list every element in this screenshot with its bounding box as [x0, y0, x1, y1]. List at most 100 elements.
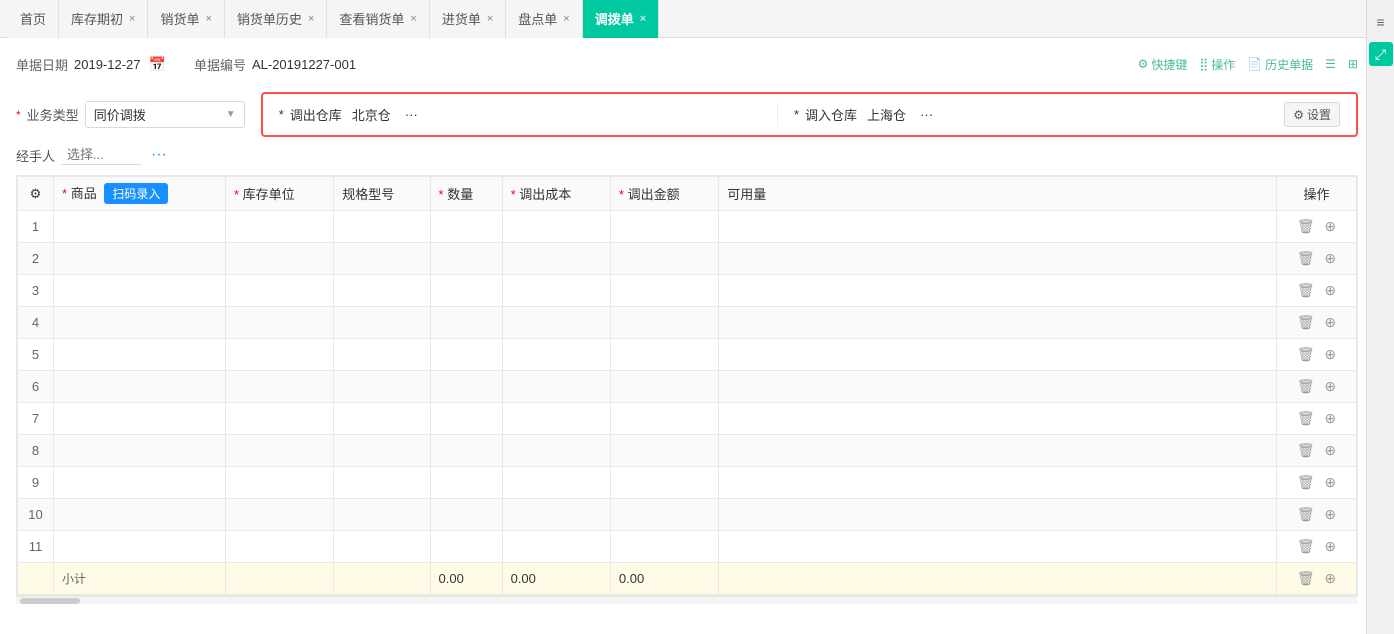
row-amount[interactable]	[610, 403, 718, 435]
tab-sales-history[interactable]: 销货单历史 ×	[225, 0, 327, 38]
tab-inventory-init[interactable]: 库存期初 ×	[59, 0, 148, 38]
layout-grid-btn[interactable]: ⊞	[1348, 57, 1358, 71]
operations-btn[interactable]: ⣿ 操作	[1199, 56, 1235, 73]
row-available[interactable]	[719, 435, 1277, 467]
delete-icon[interactable]: 🗑	[1297, 378, 1315, 394]
copy-icon[interactable]: ⊕	[1324, 506, 1336, 522]
warehouse-out-more-btn[interactable]: ···	[405, 107, 418, 122]
subtotal-copy-icon[interactable]: ⊕	[1324, 570, 1336, 586]
history-btn[interactable]: 📄 历史单据	[1247, 56, 1313, 73]
delete-icon[interactable]: 🗑	[1297, 474, 1315, 490]
row-available[interactable]	[719, 275, 1277, 307]
row-spec[interactable]	[334, 435, 430, 467]
row-unit[interactable]	[225, 275, 333, 307]
row-cost[interactable]	[502, 435, 610, 467]
row-amount[interactable]	[610, 307, 718, 339]
row-qty[interactable]	[430, 531, 502, 563]
row-cost[interactable]	[502, 403, 610, 435]
handler-more-btn[interactable]: ···	[151, 146, 167, 164]
row-goods[interactable]	[54, 211, 226, 243]
row-amount[interactable]	[610, 371, 718, 403]
sidebar-expand-icon[interactable]: ⤢	[1369, 42, 1393, 66]
row-unit[interactable]	[225, 467, 333, 499]
copy-icon[interactable]: ⊕	[1324, 250, 1336, 266]
copy-icon[interactable]: ⊕	[1324, 442, 1336, 458]
row-qty[interactable]	[430, 243, 502, 275]
delete-icon[interactable]: 🗑	[1297, 506, 1315, 522]
row-cost[interactable]	[502, 467, 610, 499]
row-goods[interactable]	[54, 275, 226, 307]
subtotal-delete-icon[interactable]: 🗑	[1297, 570, 1315, 586]
warehouse-in-more-btn[interactable]: ···	[920, 107, 933, 122]
delete-icon[interactable]: 🗑	[1297, 410, 1315, 426]
row-unit[interactable]	[225, 435, 333, 467]
row-unit[interactable]	[225, 339, 333, 371]
row-cost[interactable]	[502, 307, 610, 339]
calendar-icon[interactable]: 📅	[149, 56, 166, 73]
copy-icon[interactable]: ⊕	[1324, 218, 1336, 234]
row-goods[interactable]	[54, 371, 226, 403]
copy-icon[interactable]: ⊕	[1324, 410, 1336, 426]
row-qty[interactable]	[430, 307, 502, 339]
row-spec[interactable]	[334, 211, 430, 243]
copy-icon[interactable]: ⊕	[1324, 346, 1336, 362]
row-amount[interactable]	[610, 467, 718, 499]
row-unit[interactable]	[225, 499, 333, 531]
tab-close-view-sales[interactable]: ×	[410, 13, 416, 25]
row-qty[interactable]	[430, 403, 502, 435]
sidebar-list-icon[interactable]: ≡	[1369, 10, 1393, 34]
row-amount[interactable]	[610, 435, 718, 467]
row-qty[interactable]	[430, 211, 502, 243]
tab-close-inventory-init[interactable]: ×	[129, 13, 135, 25]
tab-close-sales-history[interactable]: ×	[308, 13, 314, 25]
row-cost[interactable]	[502, 339, 610, 371]
row-amount[interactable]	[610, 275, 718, 307]
row-goods[interactable]	[54, 467, 226, 499]
tab-stocktake[interactable]: 盘点单 ×	[506, 0, 582, 38]
row-unit[interactable]	[225, 211, 333, 243]
delete-icon[interactable]: 🗑	[1297, 538, 1315, 554]
delete-icon[interactable]: 🗑	[1297, 442, 1315, 458]
row-qty[interactable]	[430, 371, 502, 403]
row-spec[interactable]	[334, 499, 430, 531]
delete-icon[interactable]: 🗑	[1297, 250, 1315, 266]
tab-close-stocktake[interactable]: ×	[563, 13, 569, 25]
delete-icon[interactable]: 🗑	[1297, 282, 1315, 298]
row-goods[interactable]	[54, 243, 226, 275]
row-available[interactable]	[719, 403, 1277, 435]
row-spec[interactable]	[334, 275, 430, 307]
shortcut-keys-btn[interactable]: ⚙ 快捷键	[1138, 56, 1188, 73]
handler-input[interactable]	[61, 145, 141, 165]
row-available[interactable]	[719, 243, 1277, 275]
col-settings[interactable]: ⚙	[18, 177, 54, 211]
row-goods[interactable]	[54, 339, 226, 371]
copy-icon[interactable]: ⊕	[1324, 314, 1336, 330]
delete-icon[interactable]: 🗑	[1297, 314, 1315, 330]
row-cost[interactable]	[502, 531, 610, 563]
row-amount[interactable]	[610, 243, 718, 275]
row-goods[interactable]	[54, 499, 226, 531]
row-available[interactable]	[719, 371, 1277, 403]
tab-home[interactable]: 首页	[8, 0, 59, 38]
row-amount[interactable]	[610, 499, 718, 531]
tab-sales-order[interactable]: 销货单 ×	[148, 0, 224, 38]
copy-icon[interactable]: ⊕	[1324, 474, 1336, 490]
row-unit[interactable]	[225, 531, 333, 563]
copy-icon[interactable]: ⊕	[1324, 378, 1336, 394]
row-spec[interactable]	[334, 243, 430, 275]
row-unit[interactable]	[225, 403, 333, 435]
row-qty[interactable]	[430, 339, 502, 371]
row-available[interactable]	[719, 307, 1277, 339]
scan-entry-button[interactable]: 扫码录入	[104, 183, 168, 204]
row-cost[interactable]	[502, 243, 610, 275]
row-goods[interactable]	[54, 403, 226, 435]
row-goods[interactable]	[54, 435, 226, 467]
row-available[interactable]	[719, 339, 1277, 371]
row-spec[interactable]	[334, 403, 430, 435]
row-spec[interactable]	[334, 531, 430, 563]
row-amount[interactable]	[610, 531, 718, 563]
copy-icon[interactable]: ⊕	[1324, 282, 1336, 298]
row-amount[interactable]	[610, 339, 718, 371]
row-goods[interactable]	[54, 531, 226, 563]
layout-list-btn[interactable]: ☰	[1325, 57, 1336, 71]
